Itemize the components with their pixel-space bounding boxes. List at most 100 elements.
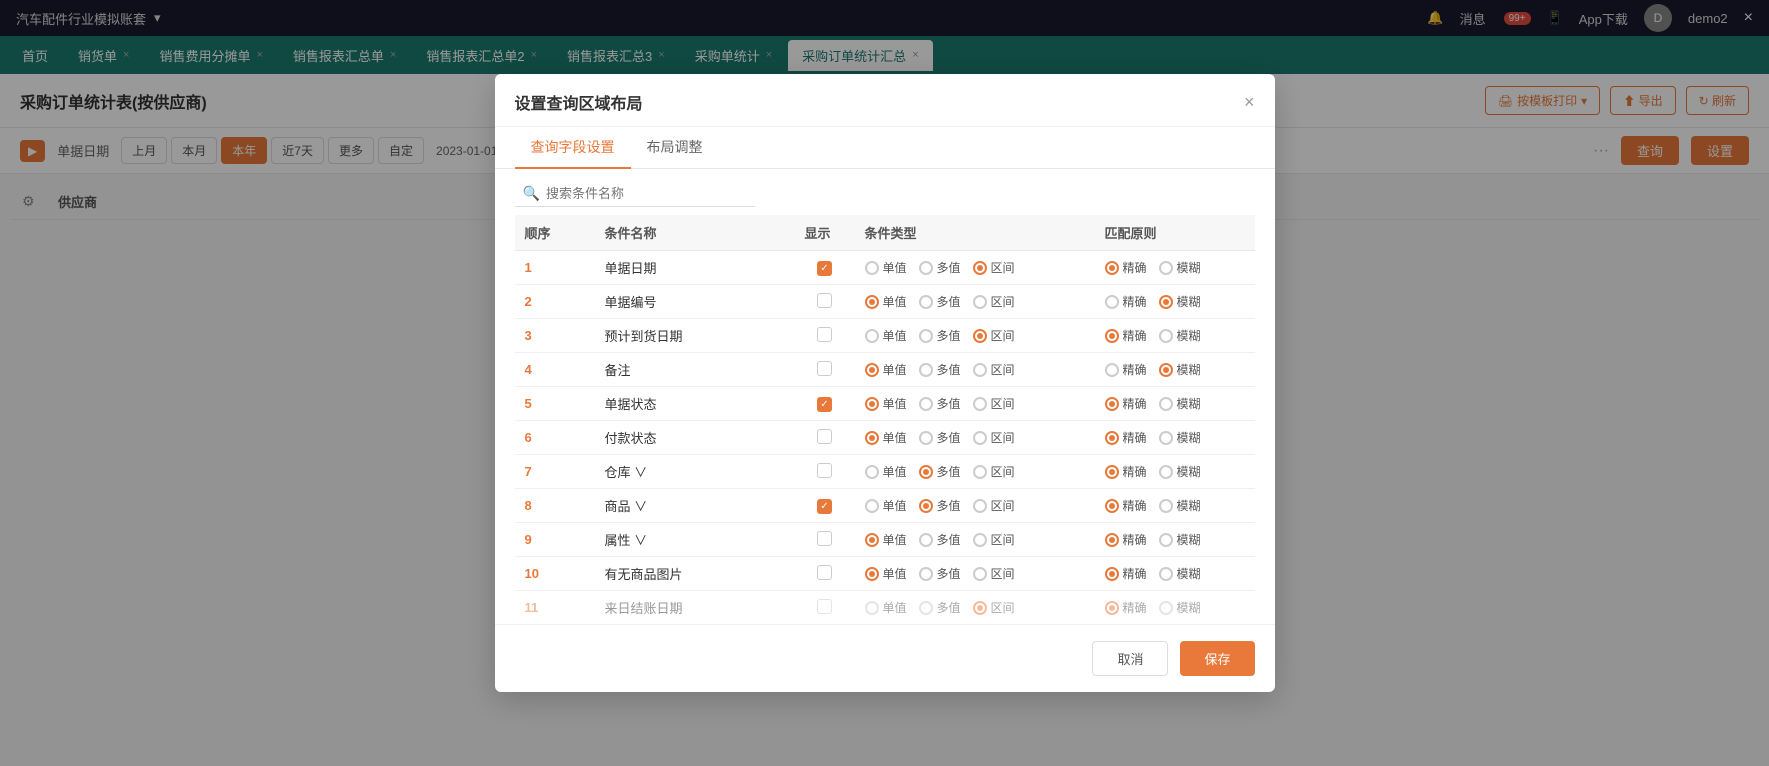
type-radio-区间[interactable]: 区间	[973, 599, 1015, 616]
match-radio-模糊[interactable]: 模糊	[1159, 293, 1201, 310]
cell-match: 精确模糊	[1095, 557, 1255, 591]
radio-label: 多值	[937, 599, 961, 616]
match-radio-模糊[interactable]: 模糊	[1159, 463, 1201, 480]
type-radio-区间[interactable]: 区间	[973, 327, 1015, 344]
radio-label: 模糊	[1177, 327, 1201, 344]
type-radio-多值[interactable]: 多值	[919, 531, 961, 548]
type-radio-单值[interactable]: 单值	[865, 361, 907, 378]
radio-label: 多值	[937, 395, 961, 412]
display-checkbox[interactable]	[817, 293, 832, 308]
match-radio-精确[interactable]: 精确	[1105, 565, 1147, 582]
cell-name: 单据编号	[595, 285, 795, 319]
match-radio-精确[interactable]: 精确	[1105, 429, 1147, 446]
type-radio-多值[interactable]: 多值	[919, 497, 961, 514]
radio-circle	[1105, 533, 1119, 547]
radio-label: 单值	[883, 327, 907, 344]
type-radio-多值[interactable]: 多值	[919, 599, 961, 616]
type-radio-单值[interactable]: 单值	[865, 293, 907, 310]
match-radio-精确[interactable]: 精确	[1105, 599, 1147, 616]
display-checkbox[interactable]	[817, 565, 832, 580]
type-radio-单值[interactable]: 单值	[865, 497, 907, 514]
order-number: 9	[525, 532, 532, 547]
type-radio-多值[interactable]: 多值	[919, 395, 961, 412]
match-radio-模糊[interactable]: 模糊	[1159, 531, 1201, 548]
save-button[interactable]: 保存	[1180, 641, 1254, 676]
match-radio-模糊[interactable]: 模糊	[1159, 599, 1201, 616]
match-radio-精确[interactable]: 精确	[1105, 327, 1147, 344]
display-checkbox[interactable]	[817, 397, 832, 412]
type-radio-多值[interactable]: 多值	[919, 327, 961, 344]
type-radio-单值[interactable]: 单值	[865, 531, 907, 548]
type-radio-区间[interactable]: 区间	[973, 293, 1015, 310]
type-radio-单值[interactable]: 单值	[865, 259, 907, 276]
display-checkbox[interactable]	[817, 429, 832, 444]
match-radio-模糊[interactable]: 模糊	[1159, 361, 1201, 378]
search-input[interactable]	[546, 186, 726, 201]
display-checkbox[interactable]	[817, 531, 832, 546]
type-radio-多值[interactable]: 多值	[919, 463, 961, 480]
search-icon: 🔍	[523, 185, 540, 202]
cell-type: 单值 多值区间	[855, 421, 1095, 455]
type-radio-多值[interactable]: 多值	[919, 429, 961, 446]
dialog-tab-query-field[interactable]: 查询字段设置	[515, 127, 631, 169]
dialog-close-button[interactable]: ×	[1244, 93, 1255, 111]
match-radio-模糊[interactable]: 模糊	[1159, 429, 1201, 446]
display-checkbox[interactable]	[817, 327, 832, 342]
type-radio-区间[interactable]: 区间	[973, 429, 1015, 446]
type-radio-单值[interactable]: 单值	[865, 565, 907, 582]
type-radio-多值[interactable]: 多值	[919, 361, 961, 378]
match-radio-精确[interactable]: 精确	[1105, 259, 1147, 276]
type-radio-多值[interactable]: 多值	[919, 565, 961, 582]
type-radio-单值[interactable]: 单值	[865, 395, 907, 412]
cell-type: 单值多值区间	[855, 489, 1095, 523]
display-checkbox[interactable]	[817, 599, 832, 614]
cell-order: 5	[515, 387, 595, 421]
type-radio-区间[interactable]: 区间	[973, 361, 1015, 378]
type-radio-区间[interactable]: 区间	[973, 497, 1015, 514]
display-checkbox[interactable]	[817, 261, 832, 276]
cell-match: 精确模糊	[1095, 285, 1255, 319]
display-checkbox[interactable]	[817, 463, 832, 478]
type-radio-多值[interactable]: 多值	[919, 293, 961, 310]
cell-name: 属性 ∨	[595, 523, 795, 557]
type-radio-区间[interactable]: 区间	[973, 565, 1015, 582]
match-radio-模糊[interactable]: 模糊	[1159, 259, 1201, 276]
type-radio-多值[interactable]: 多值	[919, 259, 961, 276]
cell-match: 精确模糊	[1095, 251, 1255, 285]
match-radio-精确[interactable]: 精确	[1105, 361, 1147, 378]
type-radio-单值[interactable]: 单值	[865, 599, 907, 616]
match-radio-模糊[interactable]: 模糊	[1159, 497, 1201, 514]
radio-label: 模糊	[1177, 463, 1201, 480]
type-radio-区间[interactable]: 区间	[973, 531, 1015, 548]
type-radio-区间[interactable]: 区间	[973, 259, 1015, 276]
match-radio-精确[interactable]: 精确	[1105, 463, 1147, 480]
match-radio-精确[interactable]: 精确	[1105, 497, 1147, 514]
display-checkbox[interactable]	[817, 499, 832, 514]
radio-label: 精确	[1123, 599, 1147, 616]
type-radio-单值[interactable]: 单值	[865, 463, 907, 480]
radio-circle	[1159, 397, 1173, 411]
type-radio-区间[interactable]: 区间	[973, 395, 1015, 412]
type-radio-单值[interactable]: 单值	[865, 429, 907, 446]
dialog-tab-layout-adjust[interactable]: 布局调整	[631, 127, 719, 169]
type-radio-单值[interactable]: 单值	[865, 327, 907, 344]
order-number: 1	[525, 260, 532, 275]
cell-display	[795, 455, 855, 489]
cell-name: 预计到货日期	[595, 319, 795, 353]
match-radio-模糊[interactable]: 模糊	[1159, 565, 1201, 582]
match-radio-精确[interactable]: 精确	[1105, 531, 1147, 548]
radio-circle	[865, 567, 879, 581]
radio-label: 多值	[937, 429, 961, 446]
type-radio-区间[interactable]: 区间	[973, 463, 1015, 480]
match-radio-模糊[interactable]: 模糊	[1159, 327, 1201, 344]
cancel-button[interactable]: 取消	[1092, 641, 1168, 676]
radio-circle	[1159, 601, 1173, 615]
display-checkbox[interactable]	[817, 361, 832, 376]
radio-label: 精确	[1123, 531, 1147, 548]
match-radio-精确[interactable]: 精确	[1105, 293, 1147, 310]
radio-circle	[865, 261, 879, 275]
match-radio-精确[interactable]: 精确	[1105, 395, 1147, 412]
radio-circle	[1159, 431, 1173, 445]
radio-label: 单值	[883, 293, 907, 310]
match-radio-模糊[interactable]: 模糊	[1159, 395, 1201, 412]
